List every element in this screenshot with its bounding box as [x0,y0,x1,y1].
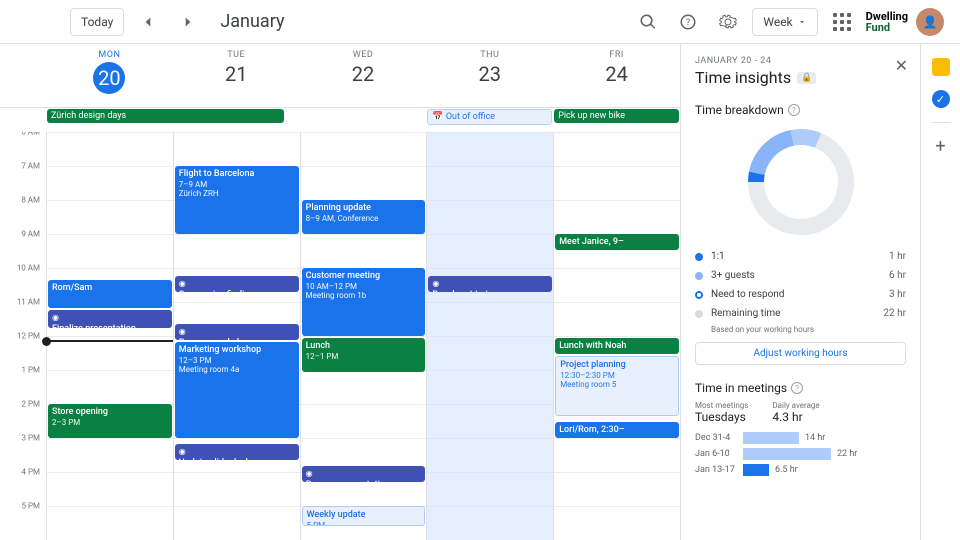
org-logo: DwellingFund [866,11,908,33]
meeting-bars: Dec 31-414 hr Jan 6-1022 hr Jan 13-176.5 h… [695,432,906,476]
allday-event[interactable]: Pick up new bike [554,109,679,123]
legend-row: 3+ guests6 hr [695,266,906,285]
event[interactable]: Prepare presentation [302,466,426,482]
day-column[interactable]: Planning update8–9 AM, Conference Custome… [300,132,427,540]
legend-row: 1:11 hr [695,247,906,266]
event[interactable]: Finalize presentation [48,310,172,328]
prev-button[interactable] [132,6,164,38]
legend-row: Need to respond3 hr [695,285,906,304]
header: Today January ? Week DwellingFund 👤 [0,0,960,44]
day-header[interactable]: TUE21 [173,44,300,107]
svg-text:?: ? [686,18,690,28]
today-button[interactable]: Today [70,8,124,36]
out-of-office-shade [427,132,553,540]
day-column[interactable]: Flight to Barcelona7–9 AMZürich ZRH Summa… [173,132,300,540]
search-icon[interactable] [632,6,664,38]
settings-icon[interactable] [712,6,744,38]
event[interactable]: Summarize findings [175,276,299,292]
breakdown-title: Time breakdown? [695,103,906,117]
calendar: MON20TUE21WED22THU23FRI24 Zürich design … [0,44,680,540]
chevron-down-icon [797,17,807,27]
help-icon[interactable]: ? [672,6,704,38]
day-header[interactable]: WED22 [300,44,427,107]
meeting-bar-row: Jan 6-1022 hr [695,448,906,460]
day-header-row: MON20TUE21WED22THU23FRI24 [0,44,680,108]
day-header[interactable]: THU23 [426,44,553,107]
insights-date: JANUARY 20 - 24 [695,56,906,66]
meeting-stats: Most meetingsTuesdays Daily average4.3 h… [695,401,906,424]
tasks-icon[interactable]: ✓ [932,90,950,108]
event[interactable]: Store opening2–3 PM [48,404,172,438]
event[interactable]: Flight to Barcelona7–9 AMZürich ZRH [175,166,299,234]
month-title: January [220,11,284,32]
event[interactable]: Update slide deck [175,444,299,460]
allday-row: Zürich design days 📅 Out of office Pick … [0,108,680,132]
breakdown-legend: 1:11 hr3+ guests6 hrNeed to respond3 hrR… [695,247,906,323]
meeting-bar-row: Dec 31-414 hr [695,432,906,444]
meetings-title: Time in meetings? [695,381,906,395]
event[interactable]: Lunch12–1 PM [302,338,426,372]
event[interactable]: Reach out to team [428,276,552,292]
help-icon[interactable]: ? [791,382,803,394]
next-button[interactable] [172,6,204,38]
event[interactable]: Marketing workshop12–3 PMMeeting room 4a [175,342,299,438]
event[interactable]: Lori/Rom, 2:30– [555,422,679,438]
insights-panel: ✕ JANUARY 20 - 24 Time insights🔒 Time br… [680,44,920,540]
day-column[interactable]: Reach out to team [426,132,553,540]
help-icon[interactable]: ? [788,104,800,116]
side-rail: ✓ + [920,44,960,540]
lock-badge: 🔒 [797,72,816,84]
breakdown-donut [746,127,856,237]
now-indicator [47,340,173,342]
avatar[interactable]: 👤 [916,8,944,36]
event[interactable]: Weekly update5 PM [302,506,426,526]
day-header[interactable]: FRI24 [553,44,680,107]
close-icon[interactable]: ✕ [895,56,908,75]
event[interactable]: Planning update8–9 AM, Conference [302,200,426,234]
keep-icon[interactable] [932,58,950,76]
working-hours-note: Based on your working hours [711,325,906,334]
event[interactable]: Rom/Sam [48,280,172,308]
event[interactable]: Lunch with Noah [555,338,679,354]
insights-title: Time insights🔒 [695,68,906,87]
legend-row: Remaining time22 hr [695,304,906,323]
day-header[interactable]: MON20 [46,44,173,107]
apps-icon[interactable] [826,6,858,38]
allday-event[interactable]: 📅 Out of office [427,109,552,125]
event[interactable]: Meet Janice, 9– [555,234,679,250]
event[interactable]: Prepare workshop [175,324,299,340]
day-column[interactable]: Meet Janice, 9– Lunch with Noah Project pl… [553,132,680,540]
event[interactable]: Project planning12:30–2:30 PMMeeting roo… [555,356,679,416]
view-selector[interactable]: Week [752,8,817,36]
add-icon[interactable]: + [932,137,950,155]
meeting-bar-row: Jan 13-176.5 hr [695,464,906,476]
adjust-hours-button[interactable]: Adjust working hours [695,342,906,365]
day-column[interactable]: Rom/Sam Finalize presentation Store openin… [46,132,173,540]
time-grid[interactable]: 6 AM7 AM8 AM9 AM10 AM11 AM12 PM1 PM2 PM3… [0,132,680,540]
event[interactable]: Customer meeting10 AM–12 PMMeeting room … [302,268,426,336]
